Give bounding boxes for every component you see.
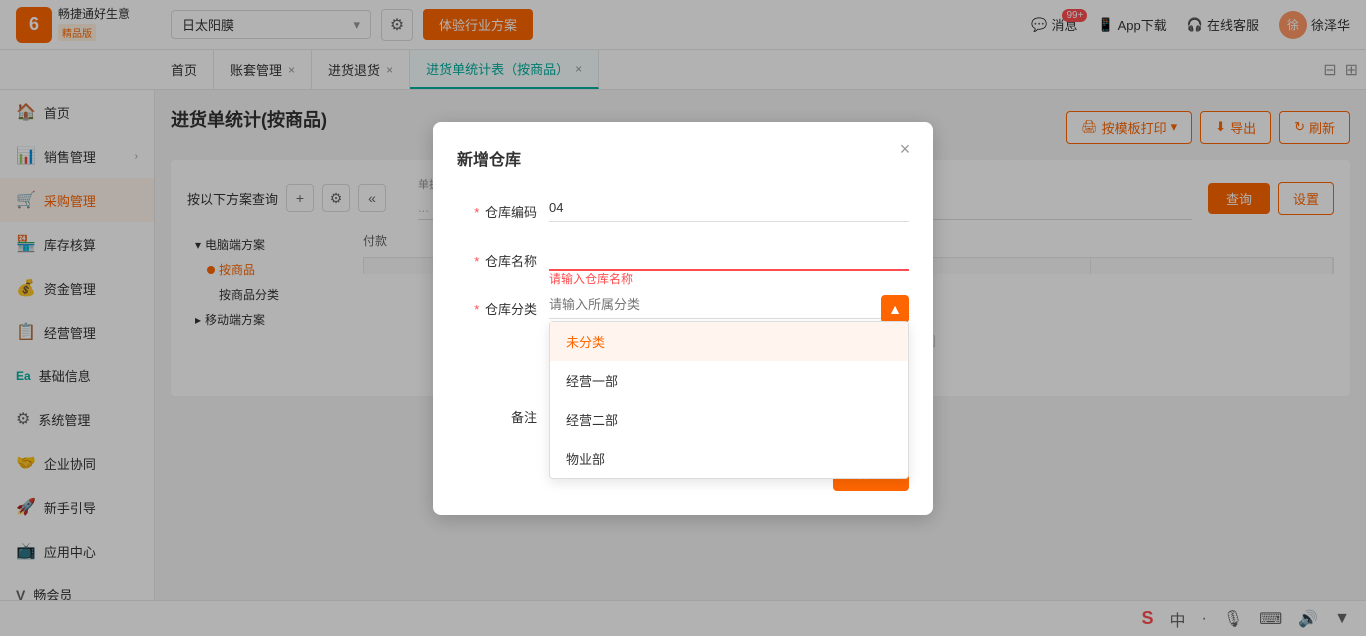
warehouse-name-row: * 仓库名称 请输入仓库名称 [457,242,909,271]
dropdown-option-dept1[interactable]: 经营一部 [550,361,908,400]
warehouse-code-label: * 仓库编码 [457,194,537,221]
dropdown-arrow-button[interactable]: ▲ [881,295,909,323]
dropdown-option-property[interactable]: 物业部 [550,439,908,478]
warehouse-class-row: * 仓库分类 ▲ 未分类 经营一部 经营二部 物业部 [457,291,909,319]
dropdown-option-dept2[interactable]: 经营二部 [550,400,908,439]
modal-overlay: 新增仓库 × * 仓库编码 * 仓库名称 请输入仓库名称 * [0,0,1366,636]
remark-label: 备注 [457,399,537,426]
warehouse-code-input[interactable] [549,194,909,222]
warehouse-code-row: * 仓库编码 [457,194,909,222]
warehouse-class-dropdown-wrap: ▲ 未分类 经营一部 经营二部 物业部 [549,291,909,319]
new-warehouse-modal: 新增仓库 × * 仓库编码 * 仓库名称 请输入仓库名称 * [433,122,933,515]
required-star-class: * [474,302,479,317]
modal-title: 新增仓库 [457,146,909,170]
warehouse-class-dropdown-list: 未分类 经营一部 经营二部 物业部 [549,321,909,479]
warehouse-name-label: * 仓库名称 [457,243,537,270]
required-star-name: * [474,254,479,269]
warehouse-class-label: * 仓库分类 [457,291,537,318]
chevron-up-icon: ▲ [888,301,902,317]
required-star-code: * [474,205,479,220]
modal-close-button[interactable]: × [893,138,917,162]
warehouse-name-input[interactable] [549,242,909,271]
warehouse-name-error: 请输入仓库名称 [549,270,633,287]
dropdown-option-uncategorized[interactable]: 未分类 [550,322,908,361]
warehouse-class-input[interactable] [549,291,909,319]
